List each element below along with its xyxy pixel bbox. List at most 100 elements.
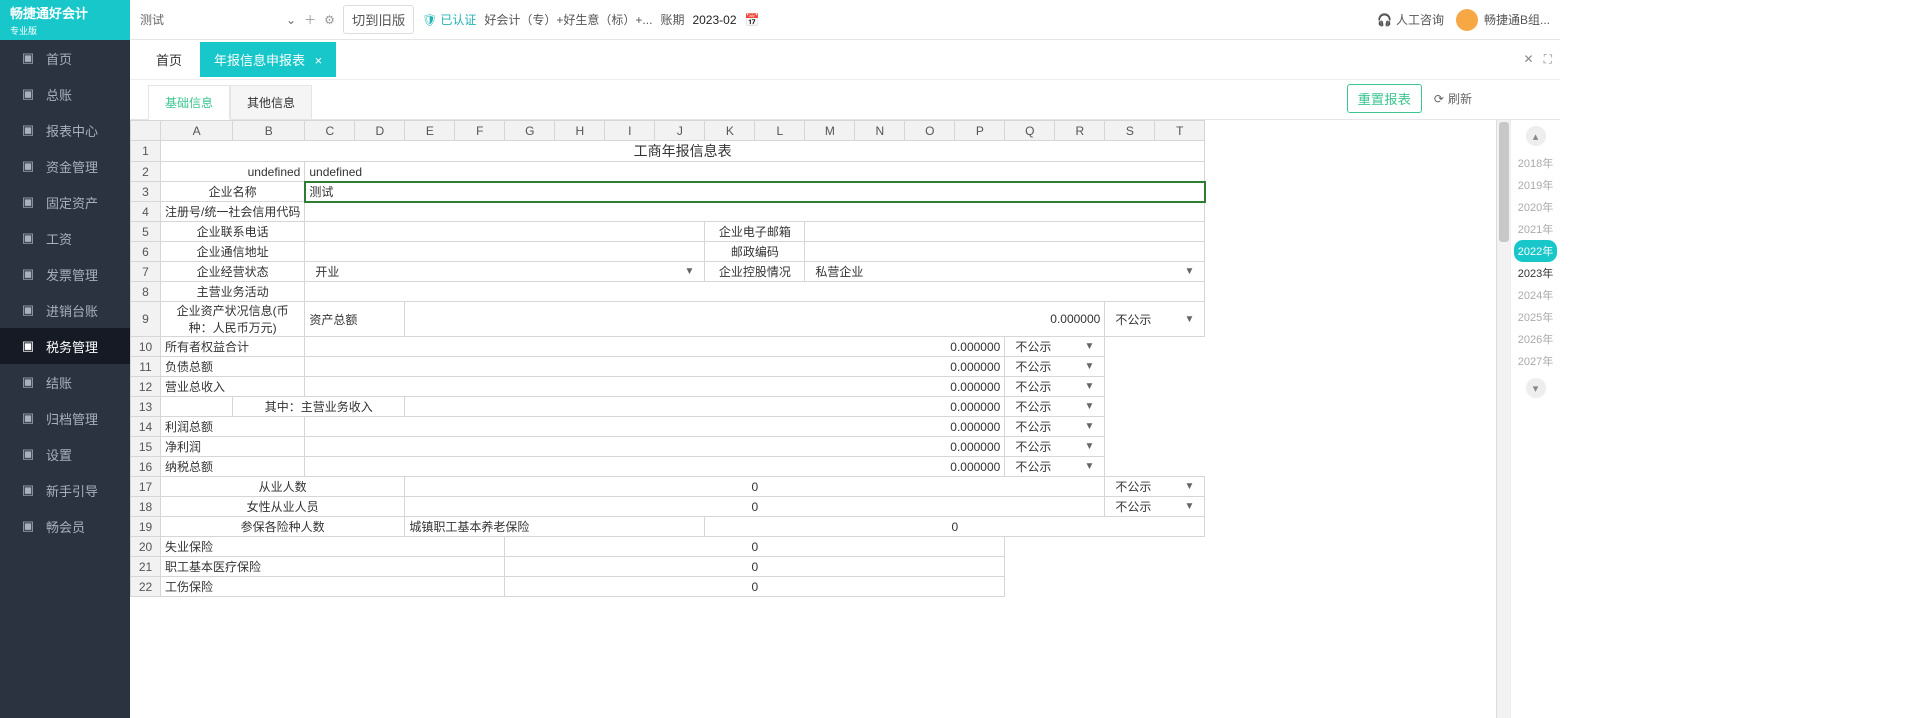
dropdown[interactable]: 不公示▼ [1109,478,1200,495]
col-L[interactable]: L [755,121,805,141]
subtab-other[interactable]: 其他信息 [230,85,312,119]
row-12[interactable]: 12 [131,377,161,397]
dropdown[interactable]: 不公示▼ [1009,358,1100,375]
sidebar-item-2[interactable]: ▣报表中心 [0,112,130,148]
sidebar-item-10[interactable]: ▣归档管理 [0,400,130,436]
fullscreen-button[interactable]: ⛶ [1544,52,1552,67]
sidebar-item-12[interactable]: ▣新手引导 [0,472,130,508]
col-K[interactable]: K [705,121,755,141]
row-18[interactable]: 18 [131,497,161,517]
col-G[interactable]: G [505,121,555,141]
support-link[interactable]: 🎧 人工咨询 [1377,11,1444,28]
row-3[interactable]: 3 [131,182,161,202]
row-19[interactable]: 19 [131,517,161,537]
col-R[interactable]: R [1055,121,1105,141]
close-all-tabs[interactable]: ✕ [1524,52,1534,67]
col-P[interactable]: P [955,121,1005,141]
row-21[interactable]: 21 [131,557,161,577]
year-2023年[interactable]: 2023年 [1514,262,1557,284]
sidebar-item-3[interactable]: ▣资金管理 [0,148,130,184]
sidebar-item-6[interactable]: ▣发票管理 [0,256,130,292]
dropdown[interactable]: 不公示▼ [1009,378,1100,395]
year-down-button[interactable]: ▾ [1526,378,1546,398]
col-E[interactable]: E [405,121,455,141]
col-T[interactable]: T [1155,121,1205,141]
dropdown[interactable]: 不公示▼ [1009,458,1100,475]
company-settings-button[interactable]: ⚙ [324,13,335,27]
row-13[interactable]: 13 [131,397,161,417]
year-2025年[interactable]: 2025年 [1514,306,1557,328]
row-1[interactable]: 1 [131,141,161,162]
row-2[interactable]: 2 [131,162,161,182]
tab-home[interactable]: 首页 [142,42,196,77]
year-2021年[interactable]: 2021年 [1514,218,1557,240]
row-6[interactable]: 6 [131,242,161,262]
add-company-button[interactable]: ＋ [304,11,316,28]
tab-annual-report[interactable]: 年报信息申报表 × [200,42,336,77]
year-2020年[interactable]: 2020年 [1514,196,1557,218]
col-A[interactable]: A [161,121,233,141]
dropdown[interactable]: 不公示▼ [1109,498,1200,515]
company-name-cell[interactable]: 测试 [305,182,1205,202]
row-17[interactable]: 17 [131,477,161,497]
row-8[interactable]: 8 [131,282,161,302]
dropdown[interactable]: 开业▼ [309,263,700,280]
reset-report-button[interactable]: 重置报表 [1347,84,1422,113]
col-S[interactable]: S [1105,121,1155,141]
dropdown[interactable]: 不公示▼ [1009,438,1100,455]
year-2019年[interactable]: 2019年 [1514,174,1557,196]
dropdown[interactable]: 不公示▼ [1009,398,1100,415]
sidebar-item-9[interactable]: ▣结账 [0,364,130,400]
row-7[interactable]: 7 [131,262,161,282]
user-name[interactable]: 畅捷通B组... [1484,11,1550,28]
row-10[interactable]: 10 [131,337,161,357]
sidebar-item-4[interactable]: ▣固定资产 [0,184,130,220]
col-J[interactable]: J [655,121,705,141]
spreadsheet[interactable]: ABCDEFGHIJKLMNOPQRST1工商年报信息表2undefinedun… [130,120,1496,718]
year-2018年[interactable]: 2018年 [1514,152,1557,174]
sidebar-item-1[interactable]: ▣总账 [0,76,130,112]
row-14[interactable]: 14 [131,417,161,437]
year-2024年[interactable]: 2024年 [1514,284,1557,306]
close-icon[interactable]: × [315,53,323,68]
sidebar-item-8[interactable]: ▣税务管理 [0,328,130,364]
avatar[interactable] [1456,9,1478,31]
year-2026年[interactable]: 2026年 [1514,328,1557,350]
period-value[interactable]: 2023-02 [692,13,736,27]
year-up-button[interactable]: ▴ [1526,126,1546,146]
row-4[interactable]: 4 [131,202,161,222]
dropdown[interactable]: 私营企业▼ [809,263,1200,280]
row-20[interactable]: 20 [131,537,161,557]
row-22[interactable]: 22 [131,577,161,597]
company-selector[interactable]: 测试 ⌄ [140,11,296,28]
subtab-basic[interactable]: 基础信息 [148,85,230,120]
vertical-scrollbar[interactable] [1496,120,1510,718]
switch-old-button[interactable]: 切到旧版 [343,5,414,34]
col-I[interactable]: I [605,121,655,141]
col-H[interactable]: H [555,121,605,141]
col-Q[interactable]: Q [1005,121,1055,141]
sidebar-item-11[interactable]: ▣设置 [0,436,130,472]
sidebar-item-0[interactable]: ▣首页 [0,40,130,76]
col-O[interactable]: O [905,121,955,141]
dropdown[interactable]: 不公示▼ [1109,311,1200,328]
col-M[interactable]: M [805,121,855,141]
row-11[interactable]: 11 [131,357,161,377]
refresh-button[interactable]: ⟳ 刷新 [1434,90,1472,107]
dropdown[interactable]: 不公示▼ [1009,338,1100,355]
dropdown[interactable]: 不公示▼ [1009,418,1100,435]
sidebar-item-13[interactable]: ▣畅会员 [0,508,130,544]
col-D[interactable]: D [355,121,405,141]
sidebar-item-7[interactable]: ▣进销台账 [0,292,130,328]
col-N[interactable]: N [855,121,905,141]
year-2022年[interactable]: 2022年 [1514,240,1557,262]
row-5[interactable]: 5 [131,222,161,242]
period-calendar-icon[interactable]: 📅 [745,13,760,27]
row-9[interactable]: 9 [131,302,161,337]
col-F[interactable]: F [455,121,505,141]
row-16[interactable]: 16 [131,457,161,477]
row-15[interactable]: 15 [131,437,161,457]
year-2027年[interactable]: 2027年 [1514,350,1557,372]
col-B[interactable]: B [233,121,305,141]
sidebar-item-5[interactable]: ▣工资 [0,220,130,256]
